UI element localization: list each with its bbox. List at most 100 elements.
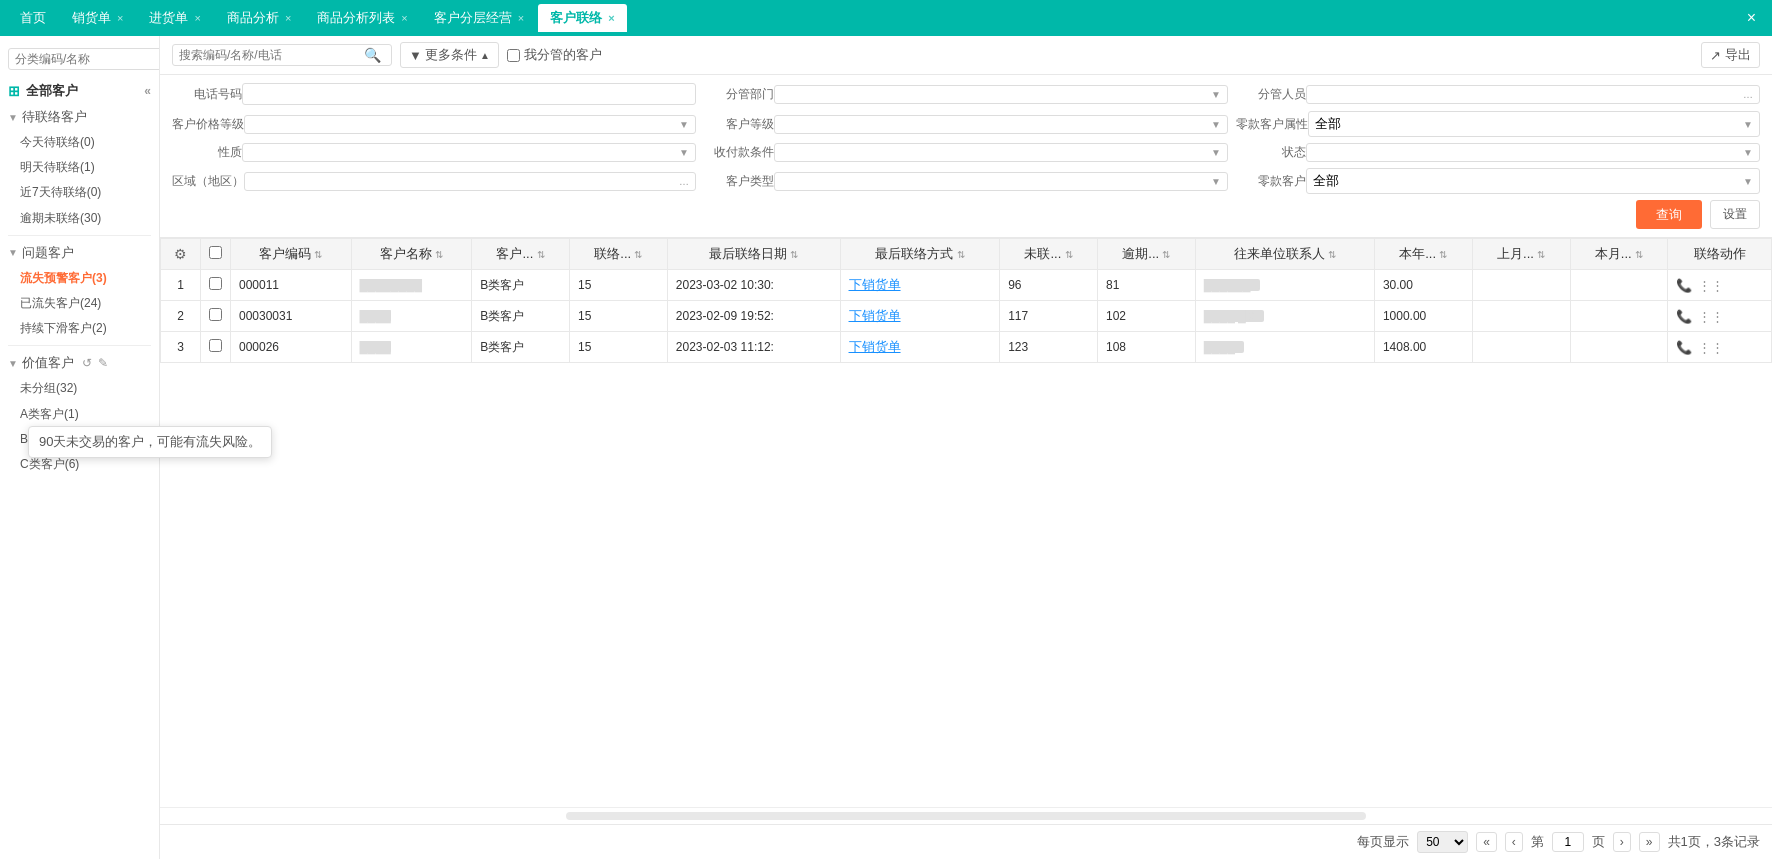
close-tab-analysis-list[interactable]: ×: [401, 12, 407, 24]
zero-customer-select[interactable]: 全部 ▼: [1306, 168, 1760, 194]
close-tab-analysis[interactable]: ×: [285, 12, 291, 24]
page-unit: 页: [1592, 833, 1605, 851]
sidebar-item-ungrouped[interactable]: 未分组(32): [0, 376, 159, 401]
th-name: 客户名称 ⇅: [351, 239, 472, 270]
sidebar-item-7days[interactable]: 近7天待联络(0): [0, 180, 159, 205]
manager-select[interactable]: …: [1306, 85, 1760, 104]
phone-action-icon[interactable]: 📞: [1676, 278, 1692, 293]
nav-tab-sales[interactable]: 销货单 ×: [60, 4, 135, 32]
close-tab-customer-tier[interactable]: ×: [518, 12, 524, 24]
more-action-icon[interactable]: ⋮⋮: [1698, 278, 1724, 293]
sort-icon[interactable]: ⇅: [790, 249, 798, 260]
select-all-checkbox[interactable]: [209, 246, 222, 259]
sidebar-search-input[interactable]: [8, 48, 160, 70]
first-page-btn[interactable]: «: [1476, 832, 1497, 852]
per-page-select[interactable]: 50 100 200: [1417, 831, 1468, 853]
price-level-select[interactable]: ▼: [244, 115, 696, 134]
sort-icon[interactable]: ⇅: [1537, 249, 1545, 260]
more-action-icon[interactable]: ⋮⋮: [1698, 309, 1724, 324]
my-customers-check[interactable]: 我分管的客户: [507, 46, 602, 64]
payment-label: 收付款条件: [704, 144, 774, 161]
row-checkbox[interactable]: [209, 308, 222, 321]
last-page-btn[interactable]: »: [1639, 832, 1660, 852]
search-button[interactable]: 🔍: [364, 47, 381, 63]
status-select[interactable]: ▼: [1306, 143, 1760, 162]
nav-tab-analysis[interactable]: 商品分析 ×: [215, 4, 303, 32]
search-input[interactable]: [179, 48, 364, 62]
filter-payment: 收付款条件 ▼: [704, 143, 1228, 162]
phone-label: 电话号码: [172, 86, 242, 103]
window-close[interactable]: ×: [1739, 9, 1764, 27]
sidebar-item-today[interactable]: 今天待联络(0): [0, 130, 159, 155]
group-value-header[interactable]: ▼ 价值客户 ↺ ✎: [0, 350, 159, 376]
filter-row-1: 电话号码 分管部门 ▼ 分管人员 …: [172, 83, 1760, 105]
more-action-icon[interactable]: ⋮⋮: [1698, 340, 1724, 355]
more-conditions-btn[interactable]: ▼ 更多条件 ▲: [400, 42, 499, 68]
my-customers-checkbox[interactable]: [507, 49, 520, 62]
close-tab-sales[interactable]: ×: [117, 12, 123, 24]
sort-icon[interactable]: ⇅: [1439, 249, 1447, 260]
close-tab-customer-contact[interactable]: ×: [608, 12, 614, 24]
sort-icon[interactable]: ⇅: [1328, 249, 1336, 260]
nav-home[interactable]: 首页: [8, 5, 58, 31]
row-code: 00030031: [231, 301, 352, 332]
phone-action-icon[interactable]: 📞: [1676, 340, 1692, 355]
contact-type-link[interactable]: 下销货单: [849, 339, 901, 354]
data-table: ⚙ 客户编码 ⇅ 客户名称 ⇅: [160, 238, 1772, 363]
sort-icon[interactable]: ⇅: [1162, 249, 1170, 260]
next-page-btn[interactable]: ›: [1613, 832, 1631, 852]
contact-type-link[interactable]: 下销货单: [849, 308, 901, 323]
sidebar-item-tomorrow[interactable]: 明天待联络(1): [0, 155, 159, 180]
scrollbar-area: [160, 807, 1772, 824]
horizontal-scrollbar[interactable]: [566, 812, 1366, 820]
sidebar-item-declining[interactable]: 持续下滑客户(2): [0, 316, 159, 341]
row-check: [201, 301, 231, 332]
nav-tab-purchase[interactable]: 进货单 ×: [137, 4, 212, 32]
gender-select[interactable]: ▼: [242, 143, 696, 162]
sidebar-item-churned[interactable]: 已流失客户(24): [0, 291, 159, 316]
filter-phone: 电话号码: [172, 83, 696, 105]
group-problem-header[interactable]: ▼ 问题客户: [0, 240, 159, 266]
zero-attr-select[interactable]: 全部 ▼: [1308, 111, 1760, 137]
sidebar-item-a-class[interactable]: A类客户(1): [0, 402, 159, 427]
payment-select[interactable]: ▼: [774, 143, 1228, 162]
customer-level-select[interactable]: ▼: [774, 115, 1228, 134]
region-select[interactable]: …: [244, 172, 696, 191]
sort-icon[interactable]: ⇅: [435, 249, 443, 260]
sort-icon[interactable]: ⇅: [537, 249, 545, 260]
contact-type-link[interactable]: 下销货单: [849, 277, 901, 292]
sort-icon[interactable]: ⇅: [1065, 249, 1073, 260]
customer-type-select[interactable]: ▼: [774, 172, 1228, 191]
phone-input[interactable]: [242, 83, 696, 105]
row-checkbox[interactable]: [209, 339, 222, 352]
refresh-icon[interactable]: ↺: [82, 356, 92, 370]
all-customers-header[interactable]: ⊞ 全部客户 «: [0, 78, 159, 104]
prev-page-btn[interactable]: ‹: [1505, 832, 1523, 852]
settings-button[interactable]: 设置: [1710, 200, 1760, 229]
sidebar-collapse-btn[interactable]: «: [144, 84, 151, 98]
pagination: 每页显示 50 100 200 « ‹ 第 页 › » 共1页，3条记录: [160, 824, 1772, 859]
close-tab-purchase[interactable]: ×: [194, 12, 200, 24]
phone-action-icon[interactable]: 📞: [1676, 309, 1692, 324]
query-button[interactable]: 查询: [1636, 200, 1702, 229]
sort-icon[interactable]: ⇅: [957, 249, 965, 260]
sort-icon[interactable]: ⇅: [1635, 249, 1643, 260]
nav-tab-customer-contact[interactable]: 客户联络 ×: [538, 4, 626, 32]
dept-select[interactable]: ▼: [774, 85, 1228, 104]
zero-customer-arrow: ▼: [1743, 176, 1753, 187]
sort-icon[interactable]: ⇅: [634, 249, 642, 260]
export-btn[interactable]: ↗ 导出: [1701, 42, 1760, 68]
row-name: ████████: [351, 270, 472, 301]
row-code: 000011: [231, 270, 352, 301]
settings-gear-icon[interactable]: ⚙: [174, 246, 187, 262]
nav-tab-analysis-list[interactable]: 商品分析列表 ×: [305, 4, 419, 32]
page-input[interactable]: [1552, 832, 1584, 852]
sidebar-item-churn-warning[interactable]: 流失预警客户(3): [0, 266, 159, 291]
sort-icon[interactable]: ⇅: [314, 249, 322, 260]
edit-icon[interactable]: ✎: [98, 356, 108, 370]
dept-label: 分管部门: [704, 86, 774, 103]
row-checkbox[interactable]: [209, 277, 222, 290]
nav-tab-customer-tier[interactable]: 客户分层经营 ×: [422, 4, 536, 32]
group-pending-header[interactable]: ▼ 待联络客户: [0, 104, 159, 130]
sidebar-item-overdue[interactable]: 逾期未联络(30): [0, 206, 159, 231]
